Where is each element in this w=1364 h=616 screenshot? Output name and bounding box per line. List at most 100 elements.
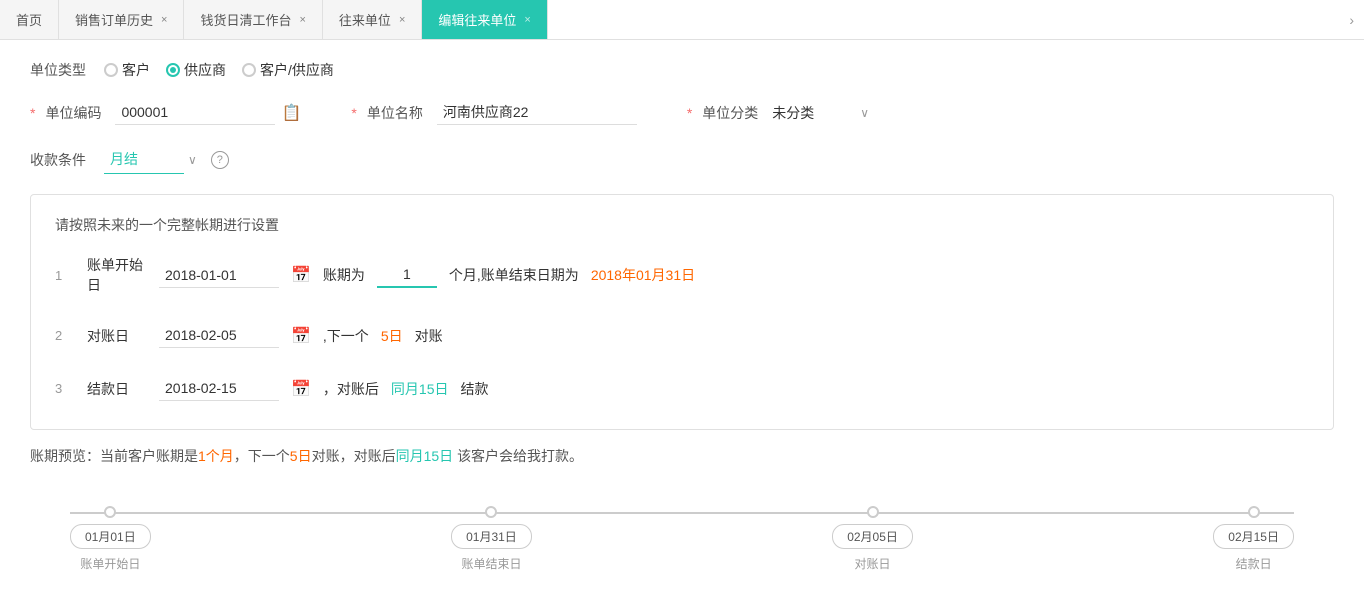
radio-both[interactable]: 客户/供应商 — [242, 60, 334, 80]
preview-middle2: 对账，对账后 — [312, 448, 396, 464]
tab-edit-partner-label: 编辑往来单位 — [438, 10, 516, 29]
payment-terms-value: 月结 — [104, 145, 184, 174]
tab-edit-partner[interactable]: 编辑往来单位 × — [422, 0, 547, 39]
timeline-point-0: 01月01日 账单开始日 — [70, 486, 151, 572]
preview-suffix: 该客户会给我打款。 — [457, 448, 583, 464]
timeline-label-1: 账单结束日 — [461, 555, 521, 572]
unit-classify-label: 单位分类 — [702, 103, 758, 123]
period-settings-box: 请按照未来的一个完整帐期进行设置 1 账单开始日 📅 账期为 个月,账单结束日期… — [30, 194, 1334, 430]
period-label-3: 结款日 — [87, 379, 147, 399]
payment-terms-row: 收款条件 月结 ∨ ? — [30, 145, 1334, 174]
period-highlight-2: 5日 — [381, 326, 403, 346]
period-num-3: 3 — [55, 381, 75, 396]
radio-supplier-circle — [166, 63, 180, 77]
unit-name-input[interactable] — [437, 100, 637, 125]
radio-supplier-label: 供应商 — [184, 60, 226, 80]
timeline-points: 01月01日 账单开始日 01月31日 账单结束日 02月05日 对账日 02月… — [70, 486, 1294, 572]
period-highlight-3: 同月15日 — [391, 379, 449, 399]
tab-partners-label: 往来单位 — [339, 10, 391, 29]
timeline-section: 01月01日 账单开始日 01月31日 账单结束日 02月05日 对账日 02月… — [30, 486, 1334, 596]
preview-prefix: 账期预览：当前客户账期是 — [30, 448, 198, 464]
period-date-1[interactable] — [159, 263, 279, 288]
tab-more-button[interactable]: › — [1339, 0, 1364, 39]
period-label-2: 对账日 — [87, 326, 147, 346]
period-prefix-2: ,下一个 — [323, 326, 369, 346]
tab-partners[interactable]: 往来单位 × — [323, 0, 422, 39]
period-months-input[interactable] — [377, 262, 437, 288]
timeline-point-2: 02月05日 对账日 — [832, 486, 913, 572]
period-suffix-before-1: 账期为 — [323, 265, 365, 285]
period-calendar-2[interactable]: 📅 — [291, 326, 311, 346]
timeline-dot-0 — [104, 506, 116, 518]
period-label-1: 账单开始日 — [87, 255, 147, 295]
unit-name-field: * 单位名称 — [351, 100, 636, 125]
period-row-2: 2 对账日 📅 ,下一个 5日 对账 — [55, 323, 1309, 348]
timeline-point-3: 02月15日 结款日 — [1213, 486, 1294, 572]
tab-home[interactable]: 首页 — [0, 0, 59, 39]
unit-code-field: * 单位编码 📋 — [30, 100, 301, 125]
payment-terms-select[interactable]: 月结 ∨ — [104, 145, 197, 174]
unit-code-label: 单位编码 — [45, 103, 101, 123]
period-suffix-after-1: 个月,账单结束日期为 — [449, 265, 579, 285]
tab-edit-partner-close[interactable]: × — [524, 14, 530, 26]
unit-code-required: * — [30, 105, 35, 121]
timeline-label-3: 结款日 — [1236, 555, 1272, 572]
period-date-3[interactable] — [159, 376, 279, 401]
timeline-dot-1 — [485, 506, 497, 518]
tab-sales-history-close[interactable]: × — [161, 14, 167, 26]
unit-code-input[interactable] — [115, 100, 275, 125]
unit-type-label: 单位类型 — [30, 60, 86, 80]
timeline-wrapper: 01月01日 账单开始日 01月31日 账单结束日 02月05日 对账日 02月… — [70, 486, 1294, 566]
period-num-2: 2 — [55, 328, 75, 343]
timeline-badge-2: 02月05日 — [832, 524, 913, 549]
timeline-dot-3 — [1248, 506, 1260, 518]
timeline-label-2: 对账日 — [855, 555, 891, 572]
payment-terms-chevron-icon: ∨ — [188, 153, 197, 167]
unit-classify-field: * 单位分类 未分类 ∨ — [687, 103, 869, 123]
unit-classify-value: 未分类 — [772, 103, 852, 123]
period-row-3: 3 结款日 📅 ，对账后 同月15日 结款 — [55, 376, 1309, 401]
code-name-classify-row: * 单位编码 📋 * 单位名称 * 单位分类 未分类 ∨ — [30, 100, 1334, 125]
radio-customer-circle — [104, 63, 118, 77]
unit-type-row: 单位类型 客户 供应商 客户/供应商 — [30, 60, 1334, 80]
period-prefix-3: ，对账后 — [323, 379, 379, 399]
radio-supplier[interactable]: 供应商 — [166, 60, 226, 80]
radio-customer-label: 客户 — [122, 60, 150, 80]
preview-text: 账期预览：当前客户账期是1个月，下一个5日对账，对账后同月15日 该客户会给我打… — [30, 446, 1334, 466]
timeline-badge-1: 01月31日 — [451, 524, 532, 549]
preview-middle1: ，下一个 — [234, 448, 290, 464]
period-calendar-3[interactable]: 📅 — [291, 379, 311, 399]
period-suffix-2: 对账 — [415, 326, 443, 346]
unit-code-icon[interactable]: 📋 — [281, 103, 301, 123]
period-box-title: 请按照未来的一个完整帐期进行设置 — [55, 215, 1309, 235]
tab-sales-history-label: 销售订单历史 — [75, 10, 153, 29]
preview-part3: 同月15日 — [396, 448, 454, 464]
period-date-2[interactable] — [159, 323, 279, 348]
radio-customer[interactable]: 客户 — [104, 60, 150, 80]
preview-part2: 5日 — [290, 448, 312, 464]
radio-both-label: 客户/供应商 — [260, 60, 334, 80]
tab-partners-close[interactable]: × — [399, 14, 405, 26]
tab-cashflow-label: 钱货日清工作台 — [200, 10, 291, 29]
unit-classify-required: * — [687, 105, 692, 121]
timeline-point-1: 01月31日 账单结束日 — [451, 486, 532, 572]
timeline-label-0: 账单开始日 — [80, 555, 140, 572]
payment-terms-label: 收款条件 — [30, 150, 86, 170]
main-content: 单位类型 客户 供应商 客户/供应商 * 单位编码 📋 * 单位名称 — [0, 40, 1364, 616]
unit-classify-select[interactable]: 未分类 ∨ — [772, 103, 869, 123]
period-suffix-3: 结款 — [461, 379, 489, 399]
period-num-1: 1 — [55, 268, 75, 283]
tab-bar: 首页 销售订单历史 × 钱货日清工作台 × 往来单位 × 编辑往来单位 × › — [0, 0, 1364, 40]
tab-cashflow-close[interactable]: × — [299, 14, 305, 26]
preview-part1: 1个月 — [198, 448, 234, 464]
period-row-1: 1 账单开始日 📅 账期为 个月,账单结束日期为 2018年01月31日 — [55, 255, 1309, 295]
tab-sales-history[interactable]: 销售订单历史 × — [59, 0, 184, 39]
unit-type-radio-group: 客户 供应商 客户/供应商 — [104, 60, 334, 80]
classify-chevron-icon: ∨ — [860, 106, 869, 120]
timeline-dot-2 — [867, 506, 879, 518]
tab-cashflow[interactable]: 钱货日清工作台 × — [184, 0, 322, 39]
payment-terms-help-icon[interactable]: ? — [211, 151, 229, 169]
tab-home-label: 首页 — [16, 10, 42, 29]
unit-name-required: * — [351, 105, 356, 121]
period-calendar-1[interactable]: 📅 — [291, 265, 311, 285]
